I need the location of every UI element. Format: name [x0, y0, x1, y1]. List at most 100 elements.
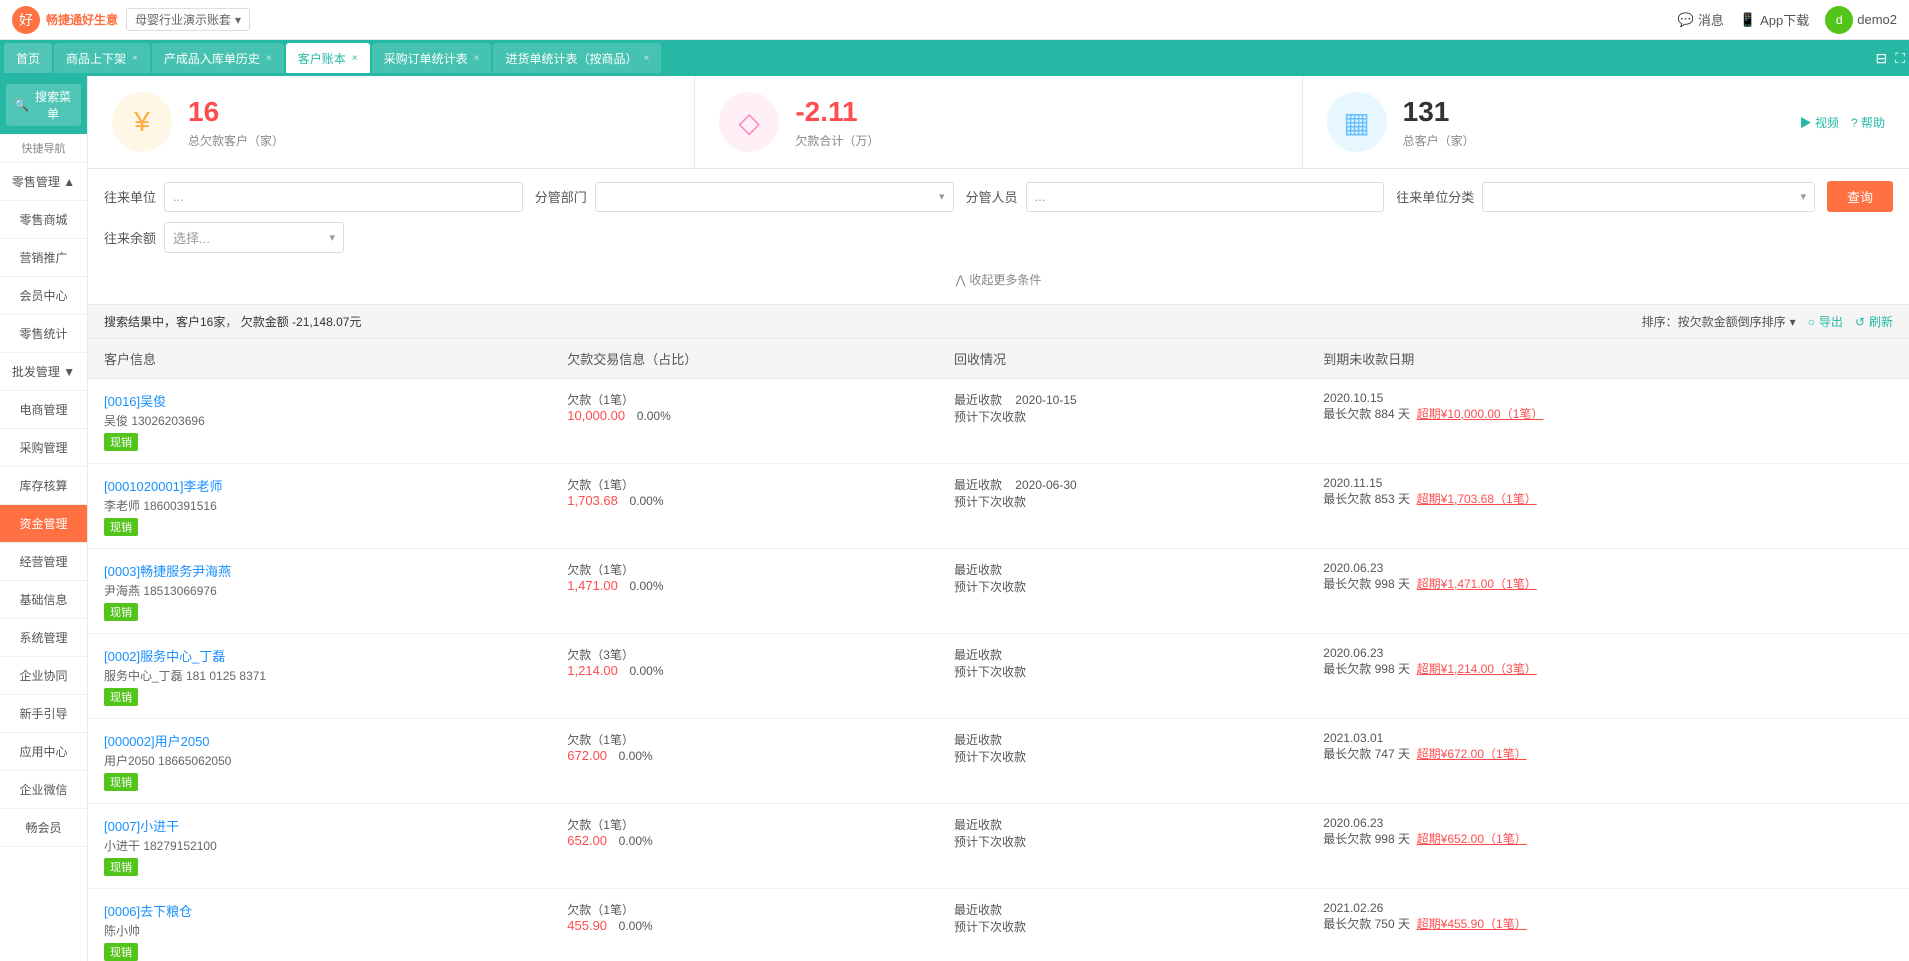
export-button[interactable]: ○ 导出 — [1808, 313, 1843, 330]
overdue-link-3[interactable]: 超期¥1,214.00（3笔） — [1417, 662, 1537, 676]
tab-customer-account[interactable]: 客户账本 × — [286, 43, 370, 73]
overdue-link-0[interactable]: 超期¥10,000.00（1笔） — [1417, 407, 1544, 421]
export-icon: ○ — [1808, 315, 1815, 329]
brand-name: 畅捷通好生意 — [46, 11, 118, 28]
sidebar-item-purchase-mgmt[interactable]: 采购管理 — [0, 429, 87, 467]
filter-area: 往来单位 ... 分管部门 ▾ 分管人员 ... — [88, 169, 1909, 305]
table-container: 客户信息 欠款交易信息（占比） 回收情况 到期未收款日期 [0016]吴俊 吴俊… — [88, 339, 1909, 961]
cell-overdue-3: 2020.06.23 最长欠款 998 天 超期¥1,214.00（3笔） — [1307, 634, 1909, 719]
stat-value-total: 131 — [1403, 96, 1784, 128]
balance-select[interactable]: 选择... ▾ — [164, 222, 344, 253]
cell-recovery-3: 最近收款 预计下次收款 — [938, 634, 1307, 719]
customer-id-1[interactable]: [0001020001]李老师 — [104, 476, 535, 495]
sidebar-item-enterprise-collab[interactable]: 企业协同 — [0, 657, 87, 695]
sidebar-item-new-guide[interactable]: 新手引导 — [0, 695, 87, 733]
search-menu-label: 搜索菜单 — [33, 88, 73, 122]
user-menu[interactable]: d demo2 — [1825, 6, 1897, 34]
tab-production-history[interactable]: 产成品入库单历史 × — [152, 43, 284, 73]
sidebar-item-ecom-mgmt[interactable]: 电商管理 — [0, 391, 87, 429]
stat-info-total: 131 总客户（家） — [1403, 96, 1784, 149]
sidebar-item-basic-info[interactable]: 基础信息 — [0, 581, 87, 619]
debt-label-4: 欠款（1笔） — [567, 731, 922, 748]
table-row: [0003]畅捷服务尹海燕 尹海燕 18513066976 现销 欠款（1笔） … — [88, 549, 1909, 634]
debt-amount-1: 1,703.68 — [567, 493, 618, 508]
industry-label: 母婴行业演示账套 — [135, 11, 231, 28]
customer-contact-0: 吴俊 13026203696 — [104, 412, 535, 429]
customer-id-3[interactable]: [0002]服务中心_丁磊 — [104, 646, 535, 665]
tab-purchase-order-close[interactable]: × — [474, 53, 480, 64]
refresh-button[interactable]: ↺ 刷新 — [1855, 313, 1893, 330]
export-label: 导出 — [1819, 313, 1843, 330]
video-button[interactable]: ▶ 视频 — [1800, 114, 1839, 131]
customer-id-4[interactable]: [000002]用户2050 — [104, 731, 535, 750]
cell-customer-2: [0003]畅捷服务尹海燕 尹海燕 18513066976 现销 — [88, 549, 551, 634]
chevron-down-icon: ▾ — [939, 190, 945, 203]
help-button[interactable]: ? 帮助 — [1851, 114, 1885, 131]
customer-id-2[interactable]: [0003]畅捷服务尹海燕 — [104, 561, 535, 580]
refresh-icon: ↺ — [1855, 315, 1865, 329]
results-summary: 搜索结果中，客户16家 — [104, 315, 225, 329]
next-payment-6: 预计下次收款 — [954, 918, 1291, 935]
customer-id-0[interactable]: [0016]吴俊 — [104, 391, 535, 410]
overdue-link-6[interactable]: 超期¥455.90（1笔） — [1417, 917, 1527, 931]
message-button[interactable]: 💬 消息 — [1678, 10, 1724, 29]
sidebar-item-marketing[interactable]: 营销推广 — [0, 239, 87, 277]
stat-card-total: ▦ 131 总客户（家） ▶ 视频 ? 帮助 — [1303, 76, 1909, 168]
avatar: d — [1825, 6, 1853, 34]
overdue-days-3: 最长欠款 998 天 超期¥1,214.00（3笔） — [1323, 660, 1893, 677]
tab-home[interactable]: 首页 — [4, 43, 52, 73]
collapse-button[interactable]: ⋀ 收起更多条件 — [104, 267, 1893, 292]
sidebar-quick-nav[interactable]: 快捷导航 — [0, 134, 87, 163]
overdue-days-1: 最长欠款 853 天 超期¥1,703.68（1笔） — [1323, 490, 1893, 507]
tab-production-history-close[interactable]: × — [266, 53, 272, 64]
debt-amount-4: 672.00 — [567, 748, 607, 763]
overdue-link-2[interactable]: 超期¥1,471.00（1笔） — [1417, 577, 1537, 591]
sidebar-item-retail-mgmt[interactable]: 零售管理 ▲ — [0, 163, 87, 201]
overdue-link-4[interactable]: 超期¥672.00（1笔） — [1417, 747, 1527, 761]
sidebar-item-retail-mall[interactable]: 零售商城 — [0, 201, 87, 239]
sidebar-item-batch-mgmt[interactable]: 批发管理 ▼ — [0, 353, 87, 391]
debt-amount-6: 455.90 — [567, 918, 607, 933]
cell-recovery-6: 最近收款 预计下次收款 — [938, 889, 1307, 961]
sidebar-item-enterprise-wechat[interactable]: 企业微信 — [0, 771, 87, 809]
filter-category: 往来单位分类 ▾ — [1396, 182, 1815, 212]
app-center-label: 应用中心 — [4, 743, 83, 760]
dept-select[interactable]: ▾ — [595, 182, 954, 212]
customer-badge-2: 现销 — [104, 603, 138, 621]
sidebar-item-inventory[interactable]: 库存核算 — [0, 467, 87, 505]
search-menu-button[interactable]: 🔍 搜索菜单 — [6, 84, 81, 126]
stat-value-customers: 16 — [188, 96, 670, 128]
app-download-button[interactable]: 📱 App下载 — [1740, 10, 1809, 29]
tab-incoming-stats-close[interactable]: × — [643, 53, 649, 64]
tab-product-shelf-close[interactable]: × — [132, 53, 138, 64]
sidebar-item-system-mgmt[interactable]: 系统管理 — [0, 619, 87, 657]
sidebar-item-capital-mgmt[interactable]: 资金管理 — [0, 505, 87, 543]
tab-minimize-icon[interactable]: ⊟ — [1875, 50, 1887, 67]
tab-customer-account-close[interactable]: × — [352, 53, 358, 64]
purchase-mgmt-label: 采购管理 — [4, 439, 83, 456]
sidebar-item-operations-mgmt[interactable]: 经营管理 — [0, 543, 87, 581]
customer-id-5[interactable]: [0007]小进干 — [104, 816, 535, 835]
overdue-link-1[interactable]: 超期¥1,703.68（1笔） — [1417, 492, 1537, 506]
debt-label-2: 欠款（1笔） — [567, 561, 922, 578]
person-input[interactable]: ... — [1026, 182, 1385, 212]
sort-button[interactable]: 排序：按欠款金额倒序排序 ▾ — [1642, 313, 1796, 330]
customer-id-6[interactable]: [0006]去下粮仓 — [104, 901, 535, 920]
collapse-label: 收起更多条件 — [969, 271, 1041, 288]
search-button[interactable]: 查询 — [1827, 181, 1893, 212]
tab-incoming-stats[interactable]: 进货单统计表（按商品） × — [493, 43, 661, 73]
tab-fullscreen-icon[interactable]: ⛶ — [1895, 50, 1905, 67]
category-select[interactable]: ▾ — [1482, 182, 1815, 212]
overdue-link-5[interactable]: 超期¥652.00（1笔） — [1417, 832, 1527, 846]
sidebar-item-app-center[interactable]: 应用中心 — [0, 733, 87, 771]
sidebar-item-retail-stats[interactable]: 零售统计 — [0, 315, 87, 353]
industry-selector[interactable]: 母婴行业演示账套 ▾ — [126, 8, 250, 31]
filter-person: 分管人员 ... — [966, 182, 1385, 212]
cell-overdue-1: 2020.11.15 最长欠款 853 天 超期¥1,703.68（1笔） — [1307, 464, 1909, 549]
sidebar-item-vip-member[interactable]: 畅会员 — [0, 809, 87, 847]
sidebar-item-membership[interactable]: 会员中心 — [0, 277, 87, 315]
results-actions: 排序：按欠款金额倒序排序 ▾ ○ 导出 ↺ 刷新 — [1642, 313, 1893, 330]
supplier-input[interactable]: ... — [164, 182, 523, 212]
tab-product-shelf[interactable]: 商品上下架 × — [54, 43, 150, 73]
tab-purchase-order[interactable]: 采购订单统计表 × — [372, 43, 492, 73]
